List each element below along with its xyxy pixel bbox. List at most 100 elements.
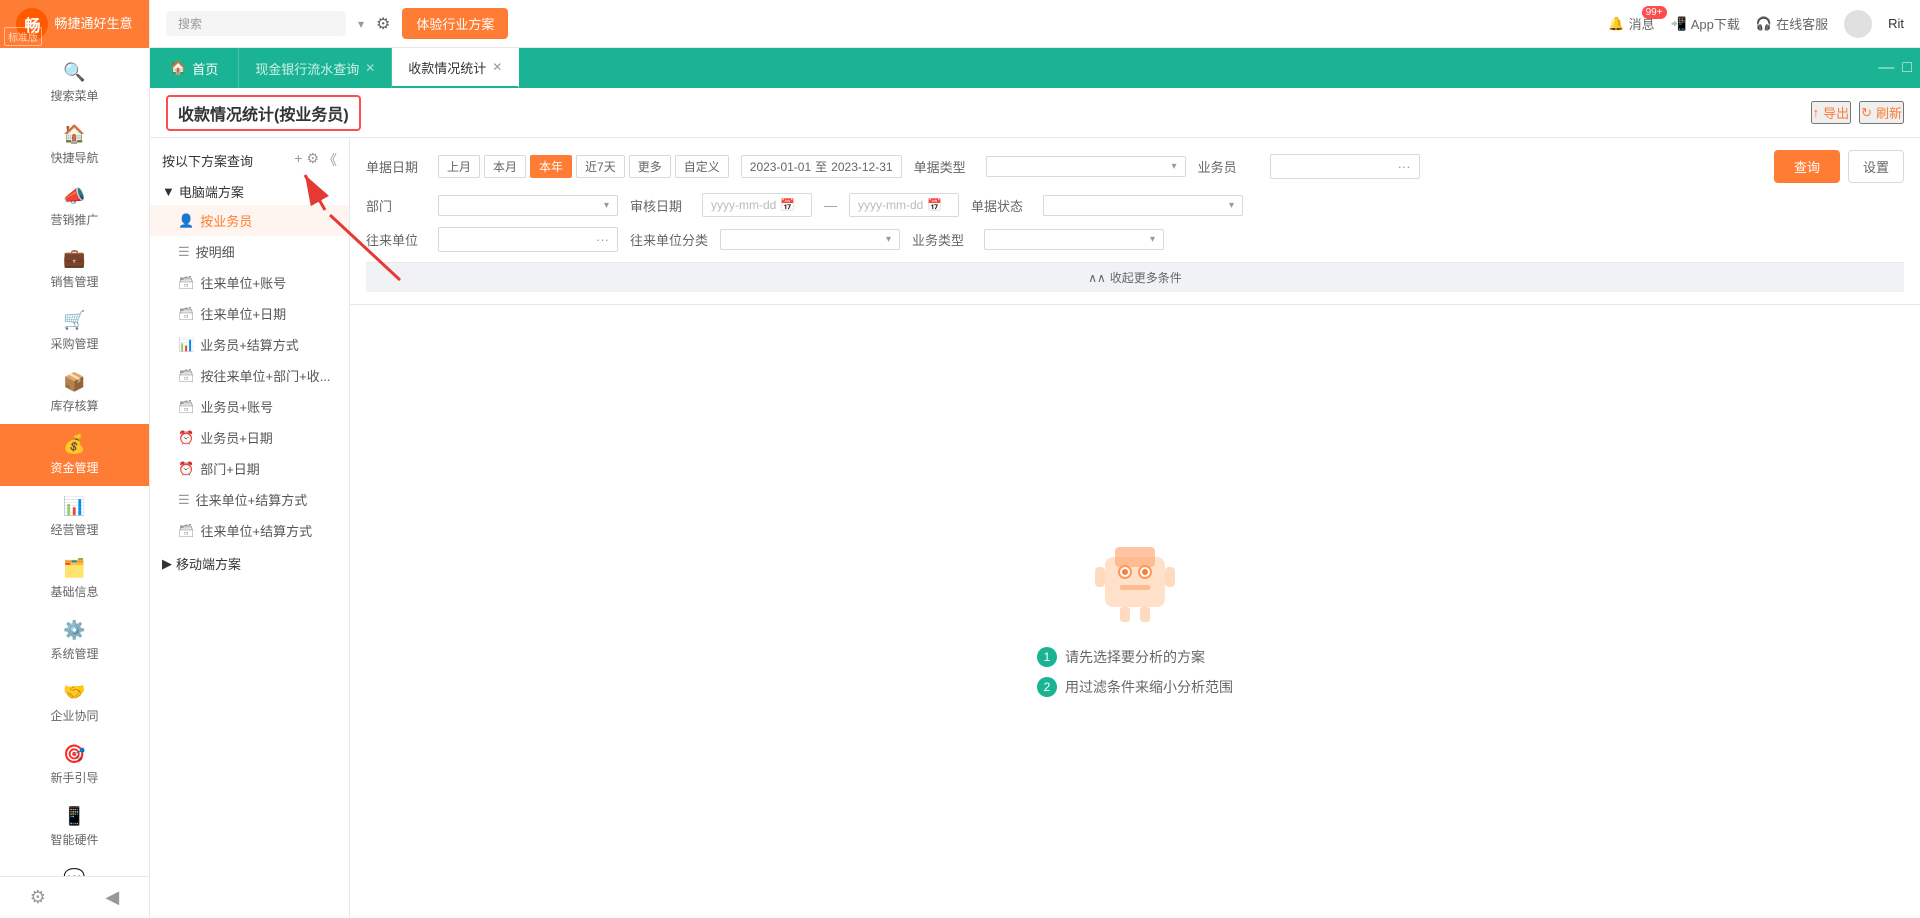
- search-menu-input[interactable]: 搜索: [166, 11, 346, 36]
- counterpart-select[interactable]: ···: [438, 227, 618, 252]
- mobile-scheme-group-header[interactable]: ▶ 移动端方案: [150, 550, 349, 577]
- online-service-btn[interactable]: 🎧 在线客服: [1756, 14, 1828, 33]
- sidebar-settings-btn[interactable]: ⚙: [30, 887, 46, 908]
- tab-bank-flow[interactable]: 现金银行流水查询 ✕: [239, 48, 392, 88]
- sidebar-item-newguide[interactable]: 🎯 新手引导: [0, 734, 149, 796]
- quick-nav-icon: 🏠: [63, 124, 85, 145]
- this-year-btn[interactable]: 本年: [530, 155, 572, 178]
- scheme-item-by-salesperson[interactable]: 👤 按业务员: [150, 205, 349, 236]
- counterpart-calc2-icon: ☰: [178, 492, 190, 508]
- collapse-label: 收起更多条件: [1110, 269, 1182, 286]
- last-month-btn[interactable]: 上月: [438, 155, 480, 178]
- salesperson-select[interactable]: ···: [1270, 154, 1420, 179]
- notice-btn[interactable]: 🔔 消息 99+: [1608, 14, 1654, 33]
- scheme-item-label: 部门+日期: [200, 459, 260, 478]
- tab-receipt-stat[interactable]: 收款情况统计 ✕: [392, 48, 519, 88]
- app-download-label: App下载: [1691, 14, 1740, 33]
- sidebar-item-enterprise[interactable]: 🤝 企业协同: [0, 672, 149, 734]
- review-date-from[interactable]: yyyy-mm-dd 📅: [702, 193, 812, 217]
- review-date-to[interactable]: yyyy-mm-dd 📅: [849, 193, 959, 217]
- scheme-item-dept-date[interactable]: ⏰ 部门+日期: [150, 453, 349, 484]
- sidebar-item-inventory[interactable]: 📦 库存核算: [0, 362, 149, 424]
- trial-btn[interactable]: 体验行业方案: [402, 8, 508, 39]
- scheme-item-counterpart-calc2[interactable]: ☰ 往来单位+结算方式: [150, 484, 349, 515]
- sidebar-item-label: 基础信息: [50, 583, 98, 600]
- voucher-type-select[interactable]: ▾: [986, 156, 1186, 177]
- scheme-item-by-detail[interactable]: ☰ 按明细: [150, 236, 349, 267]
- sidebar-item-system[interactable]: ⚙️ 系统管理: [0, 610, 149, 672]
- biz-type-arrow: ▾: [1150, 234, 1155, 245]
- this-month-btn[interactable]: 本月: [484, 155, 526, 178]
- scheme-item-salesperson-account[interactable]: 🗃 业务员+账号: [150, 391, 349, 422]
- scheme-collapse-btn[interactable]: 《: [323, 150, 337, 170]
- topbar-gear-icon[interactable]: ⚙: [376, 14, 390, 34]
- scheme-item-label: 按明细: [196, 242, 235, 261]
- page-title: 收款情况统计(按业务员): [166, 95, 361, 131]
- topbar-right: 🔔 消息 99+ 📲 App下载 🎧 在线客服 Rit: [1608, 10, 1904, 38]
- user-avatar[interactable]: [1844, 10, 1872, 38]
- biz-type-select[interactable]: ▾: [984, 229, 1164, 250]
- tab-home[interactable]: 🏠 首页: [150, 48, 239, 88]
- desktop-scheme-group-header[interactable]: ▼ 电脑端方案: [150, 178, 349, 205]
- desktop-scheme-group: ▼ 电脑端方案 👤 按业务员 ☰ 按明细 🗃 往来单位+账号: [150, 178, 349, 546]
- add-scheme-btn[interactable]: +: [294, 150, 302, 170]
- scheme-item-counterpart-dept[interactable]: 🗃 按往来单位+部门+收...: [150, 360, 349, 391]
- scheme-settings-btn[interactable]: ⚙: [306, 150, 319, 170]
- custom-date-btn[interactable]: 自定义: [675, 155, 729, 178]
- sidebar-item-quick-nav[interactable]: 🏠 快捷导航: [0, 114, 149, 176]
- last-7days-btn[interactable]: 近7天: [576, 155, 625, 178]
- sidebar-item-purchase[interactable]: 🛒 采购管理: [0, 300, 149, 362]
- sidebar-item-label: 库存核算: [50, 397, 98, 414]
- collapse-filter-btn[interactable]: ∧∧ 收起更多条件: [366, 262, 1904, 292]
- topbar-dropdown-arrow[interactable]: ▾: [358, 17, 364, 31]
- refresh-btn[interactable]: ↻ 刷新: [1859, 101, 1904, 124]
- dept-date-icon: ⏰: [178, 461, 194, 477]
- salesperson-calc-icon: 📊: [178, 337, 194, 353]
- tabs-minimize-btn[interactable]: —: [1878, 59, 1894, 77]
- sidebar-item-basic[interactable]: 🗂️ 基础信息: [0, 548, 149, 610]
- tabs-maximize-btn[interactable]: □: [1902, 59, 1912, 77]
- counterpart-account-icon: 🗃: [178, 275, 195, 291]
- scheme-item-counterpart-account[interactable]: 🗃 往来单位+账号: [150, 267, 349, 298]
- step-2-num: 2: [1037, 677, 1057, 697]
- sidebar-item-hardware[interactable]: 📱 智能硬件: [0, 796, 149, 858]
- collapse-up-icon: ∧∧: [1088, 271, 1106, 285]
- tab-bank-flow-label: 现金银行流水查询: [255, 59, 359, 78]
- sidebar-item-wechat[interactable]: 💬 企业微信: [0, 858, 149, 876]
- counterpart-more-btn[interactable]: ···: [596, 232, 609, 247]
- voucher-status-select[interactable]: ▾: [1043, 195, 1243, 216]
- sidebar-item-label: 采购管理: [50, 335, 98, 352]
- date-range-input[interactable]: 2023-01-01 至 2023-12-31: [741, 155, 902, 178]
- scheme-item-counterpart-date[interactable]: 🗃 往来单位+日期: [150, 298, 349, 329]
- sidebar-collapse-btn[interactable]: ◀︎: [105, 887, 119, 908]
- sidebar-item-finance[interactable]: 💰 资金管理: [0, 424, 149, 486]
- home-icon: 🏠: [170, 60, 186, 76]
- content-area: 按以下方案查询 + ⚙ 《 ▼ 电脑端方案 👤 按业务员: [150, 138, 1920, 918]
- left-panel-header: 按以下方案查询 + ⚙ 《: [150, 150, 349, 178]
- counterpart-class-select[interactable]: ▾: [720, 229, 900, 250]
- more-options-btn[interactable]: ···: [1398, 159, 1411, 174]
- scheme-item-salesperson-date[interactable]: ⏰ 业务员+日期: [150, 422, 349, 453]
- step-2-text: 用过滤条件来缩小分析范围: [1065, 677, 1233, 697]
- step-1-num: 1: [1037, 647, 1057, 667]
- sidebar-item-sales[interactable]: 💼 销售管理: [0, 238, 149, 300]
- tab-bank-flow-close[interactable]: ✕: [365, 61, 375, 75]
- tab-receipt-stat-close[interactable]: ✕: [492, 60, 502, 74]
- more-date-btn[interactable]: 更多: [629, 155, 671, 178]
- wechat-icon: 💬: [63, 868, 85, 876]
- sidebar-item-label: 系统管理: [50, 645, 98, 662]
- sidebar-item-search-menu[interactable]: 🔍 搜索菜单: [0, 52, 149, 114]
- set-btn[interactable]: 设置: [1848, 150, 1904, 183]
- export-btn[interactable]: ↑ 导出: [1811, 101, 1852, 124]
- filter-area: 单据日期 上月 本月 本年 近7天 更多 自定义 2023-01-01 至: [350, 138, 1920, 305]
- sidebar-item-marketing[interactable]: 📣 营销推广: [0, 176, 149, 238]
- dept-select[interactable]: ▾: [438, 195, 618, 216]
- sidebar-item-operations[interactable]: 📊 经营管理: [0, 486, 149, 548]
- scheme-item-counterpart-calc3[interactable]: 🗃 往来单位+结算方式: [150, 515, 349, 546]
- scheme-item-label: 按业务员: [200, 211, 252, 230]
- app-download-btn[interactable]: 📲 App下载: [1671, 14, 1740, 33]
- empty-steps: 1 请先选择要分析的方案 2 用过滤条件来缩小分析范围: [1037, 647, 1233, 697]
- query-btn[interactable]: 查询: [1774, 150, 1840, 183]
- scheme-item-salesperson-calc[interactable]: 📊 业务员+结算方式: [150, 329, 349, 360]
- tabs-right-buttons: — □: [1878, 48, 1920, 88]
